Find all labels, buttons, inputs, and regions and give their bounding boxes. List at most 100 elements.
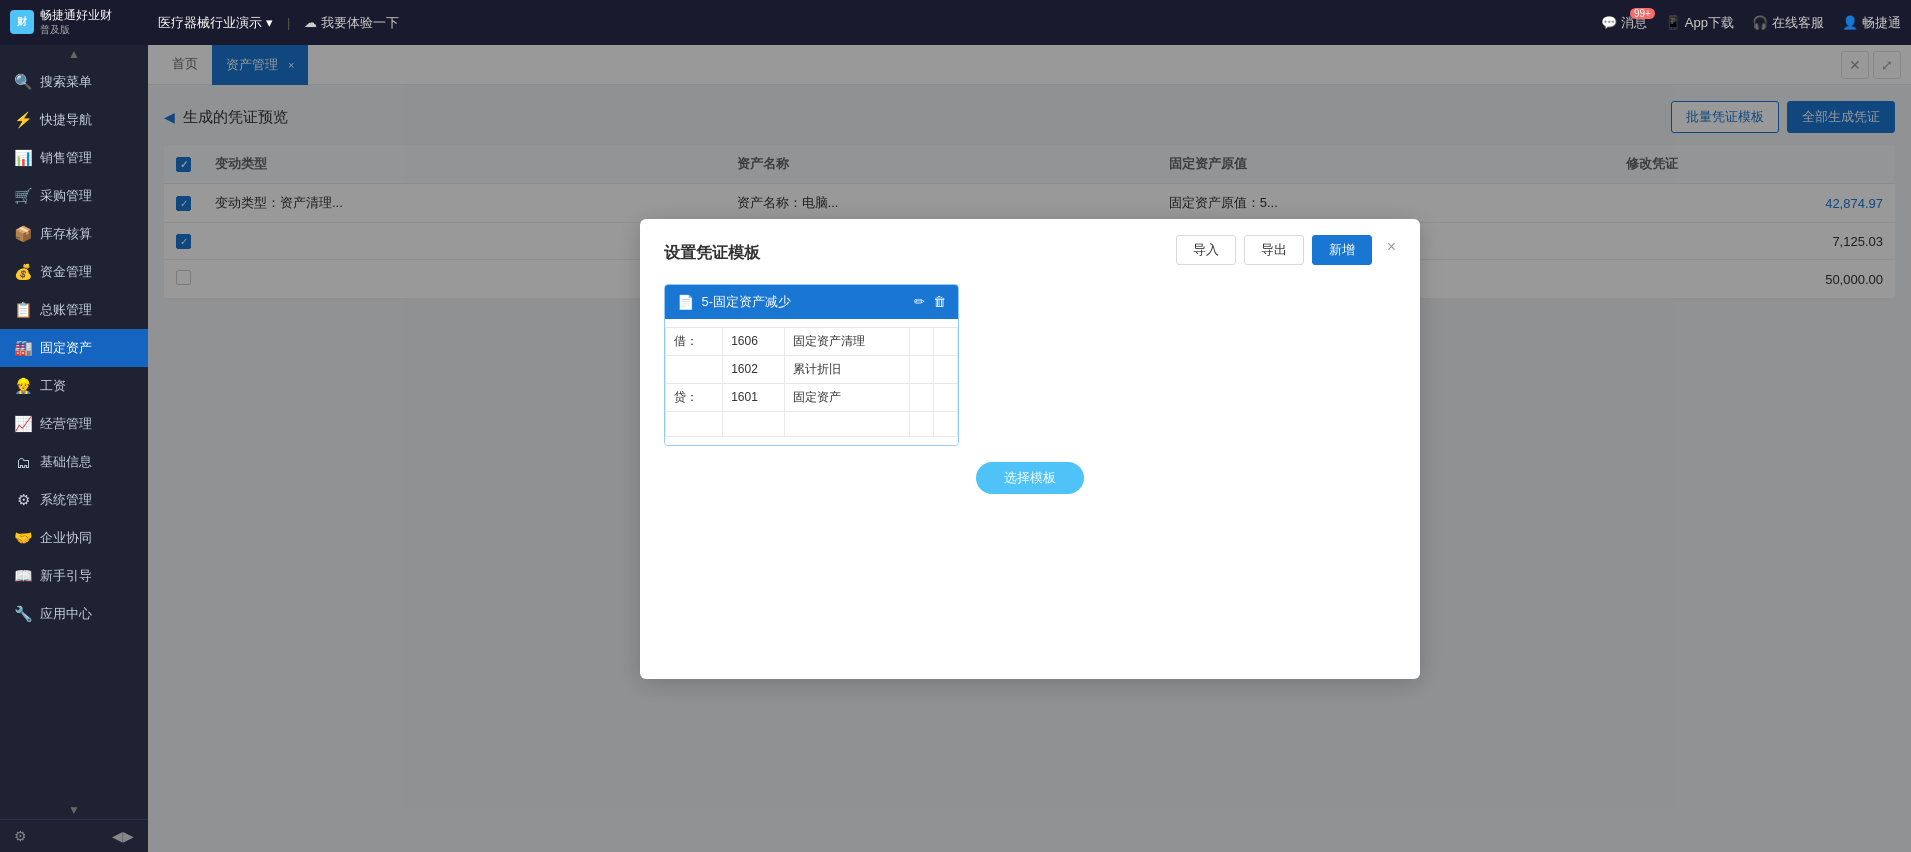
sidebar-item-ledger[interactable]: 📋 总账管理 bbox=[0, 291, 148, 329]
entry-account-1: 固定资产清理 bbox=[784, 327, 909, 355]
sidebar-label-apps: 应用中心 bbox=[40, 605, 92, 623]
sidebar-item-guide[interactable]: 📖 新手引导 bbox=[0, 557, 148, 595]
sidebar-item-quick-nav[interactable]: ⚡ 快捷导航 bbox=[0, 101, 148, 139]
entry-debit-3 bbox=[909, 383, 933, 411]
entry-credit-2 bbox=[933, 355, 957, 383]
topbar-center: 医疗器械行业演示 ▾ | ☁ 我要体验一下 bbox=[158, 14, 1601, 32]
sidebar-nav: 🔍 搜索菜单 ⚡ 快捷导航 📊 销售管理 🛒 采购管理 📦 库存核算 💰 bbox=[0, 63, 148, 801]
entry-direction-1: 借： bbox=[665, 327, 723, 355]
template-entry-row: 1602 累计折旧 bbox=[665, 355, 957, 383]
entry-debit-1 bbox=[909, 327, 933, 355]
sidebar-label-ledger: 总账管理 bbox=[40, 301, 92, 319]
entry-account-3: 固定资产 bbox=[784, 383, 909, 411]
sidebar-label-search: 搜索菜单 bbox=[40, 73, 92, 91]
sidebar-label-fixed-assets: 固定资产 bbox=[40, 339, 92, 357]
main-content: 首页 资产管理 × ✕ ⤢ ◀ 生成的凭证预览 bbox=[148, 45, 1911, 852]
user-btn[interactable]: 👤 畅捷通 bbox=[1842, 14, 1901, 32]
apps-icon: 🔧 bbox=[14, 605, 32, 623]
entry-debit-2 bbox=[909, 355, 933, 383]
import-btn[interactable]: 导入 bbox=[1176, 235, 1236, 265]
phone-icon: 📱 bbox=[1665, 15, 1681, 30]
logo-icon: 财 bbox=[10, 10, 34, 34]
template-header-actions: ✏ 🗑 bbox=[914, 294, 946, 309]
company-name: 医疗器械行业演示 bbox=[158, 14, 262, 32]
sidebar-bottom: ⚙ ◀▶ bbox=[0, 819, 148, 852]
dropdown-icon: ▾ bbox=[266, 15, 273, 30]
topbar: 财 畅捷通好业财 普及版 医疗器械行业演示 ▾ | ☁ 我要体验一下 💬 消息 … bbox=[0, 0, 1911, 45]
quick-nav-icon: ⚡ bbox=[14, 111, 32, 129]
company-selector[interactable]: 医疗器械行业演示 ▾ bbox=[158, 14, 273, 32]
messages-btn[interactable]: 💬 消息 99+ bbox=[1601, 14, 1647, 32]
entry-code-1: 1606 bbox=[723, 327, 784, 355]
inventory-icon: 📦 bbox=[14, 225, 32, 243]
service-label: 在线客服 bbox=[1772, 14, 1824, 32]
new-btn[interactable]: 新增 bbox=[1312, 235, 1372, 265]
edit-icon[interactable]: ✏ bbox=[914, 294, 925, 309]
finance-icon: 💰 bbox=[14, 263, 32, 281]
sidebar-item-finance[interactable]: 💰 资金管理 bbox=[0, 253, 148, 291]
doc-icon: 📄 bbox=[677, 294, 694, 310]
sidebar-label-payroll: 工资 bbox=[40, 377, 66, 395]
scroll-down-btn[interactable]: ▼ bbox=[0, 801, 148, 819]
messages-badge: 99+ bbox=[1630, 8, 1655, 19]
sidebar-label-operations: 经营管理 bbox=[40, 415, 92, 433]
app-version: 普及版 bbox=[40, 23, 112, 37]
entry-credit-3 bbox=[933, 383, 957, 411]
sidebar-item-payroll[interactable]: 👷 工资 bbox=[0, 367, 148, 405]
guide-icon: 📖 bbox=[14, 567, 32, 585]
collapse-btn[interactable]: ◀▶ bbox=[112, 828, 134, 844]
export-btn[interactable]: 导出 bbox=[1244, 235, 1304, 265]
operations-icon: 📈 bbox=[14, 415, 32, 433]
message-icon: 💬 bbox=[1601, 15, 1617, 30]
dialog-overlay: 设置凭证模板 导入 导出 新增 × 📄 5-固定资产减少 ✏ bbox=[148, 45, 1911, 852]
entry-code-3: 1601 bbox=[723, 383, 784, 411]
collaboration-icon: 🤝 bbox=[14, 529, 32, 547]
sidebar-item-fixed-assets[interactable]: 🏭 固定资产 bbox=[0, 329, 148, 367]
sidebar-item-purchase[interactable]: 🛒 采购管理 bbox=[0, 177, 148, 215]
scroll-up-btn[interactable]: ▲ bbox=[0, 45, 148, 63]
sidebar-item-basic-info[interactable]: 🗂 基础信息 bbox=[0, 443, 148, 481]
sidebar-label-sales: 销售管理 bbox=[40, 149, 92, 167]
settings-btn[interactable]: ⚙ bbox=[14, 828, 27, 844]
sidebar-item-search[interactable]: 🔍 搜索菜单 bbox=[0, 63, 148, 101]
sidebar-label-collaboration: 企业协同 bbox=[40, 529, 92, 547]
fixed-assets-icon: 🏭 bbox=[14, 339, 32, 357]
sidebar-item-system[interactable]: ⚙ 系统管理 bbox=[0, 481, 148, 519]
sidebar-label-inventory: 库存核算 bbox=[40, 225, 92, 243]
sidebar-label-purchase: 采购管理 bbox=[40, 187, 92, 205]
template-card: 📄 5-固定资产减少 ✏ 🗑 借： 1606 bbox=[664, 284, 959, 446]
entry-code-2: 1602 bbox=[723, 355, 784, 383]
select-template-btn[interactable]: 选择模板 bbox=[976, 462, 1084, 494]
cloud-icon: ☁ bbox=[304, 15, 317, 30]
sidebar-label-system: 系统管理 bbox=[40, 491, 92, 509]
template-header-left: 📄 5-固定资产减少 bbox=[677, 293, 792, 311]
delete-icon[interactable]: 🗑 bbox=[933, 294, 946, 309]
purchase-icon: 🛒 bbox=[14, 187, 32, 205]
dialog-close-btn[interactable]: × bbox=[1380, 235, 1404, 259]
template-card-header: 📄 5-固定资产减少 ✏ 🗑 bbox=[665, 285, 958, 319]
entry-direction-3: 贷： bbox=[665, 383, 723, 411]
set-voucher-template-dialog: 设置凭证模板 导入 导出 新增 × 📄 5-固定资产减少 ✏ bbox=[640, 219, 1420, 679]
system-icon: ⚙ bbox=[14, 491, 32, 509]
headset-icon: 🎧 bbox=[1752, 15, 1768, 30]
template-entries-table: 借： 1606 固定资产清理 1602 累计折旧 bbox=[665, 327, 958, 437]
experience-btn[interactable]: ☁ 我要体验一下 bbox=[304, 14, 399, 32]
sales-icon: 📊 bbox=[14, 149, 32, 167]
sidebar: ▲ 🔍 搜索菜单 ⚡ 快捷导航 📊 销售管理 🛒 采购管理 📦 库存核算 bbox=[0, 45, 148, 852]
basic-info-icon: 🗂 bbox=[14, 453, 32, 471]
template-empty-row bbox=[665, 411, 957, 436]
service-btn[interactable]: 🎧 在线客服 bbox=[1752, 14, 1824, 32]
sidebar-item-inventory[interactable]: 📦 库存核算 bbox=[0, 215, 148, 253]
user-icon: 👤 bbox=[1842, 15, 1858, 30]
sidebar-item-sales[interactable]: 📊 销售管理 bbox=[0, 139, 148, 177]
entry-direction-2 bbox=[665, 355, 723, 383]
template-entry-row: 贷： 1601 固定资产 bbox=[665, 383, 957, 411]
experience-label: 我要体验一下 bbox=[321, 14, 399, 32]
download-btn[interactable]: 📱 App下载 bbox=[1665, 14, 1734, 32]
sidebar-label-basic-info: 基础信息 bbox=[40, 453, 92, 471]
layout: ▲ 🔍 搜索菜单 ⚡ 快捷导航 📊 销售管理 🛒 采购管理 📦 库存核算 bbox=[0, 45, 1911, 852]
sidebar-item-collaboration[interactable]: 🤝 企业协同 bbox=[0, 519, 148, 557]
sidebar-item-apps[interactable]: 🔧 应用中心 bbox=[0, 595, 148, 633]
sidebar-item-operations[interactable]: 📈 经营管理 bbox=[0, 405, 148, 443]
entry-account-2: 累计折旧 bbox=[784, 355, 909, 383]
